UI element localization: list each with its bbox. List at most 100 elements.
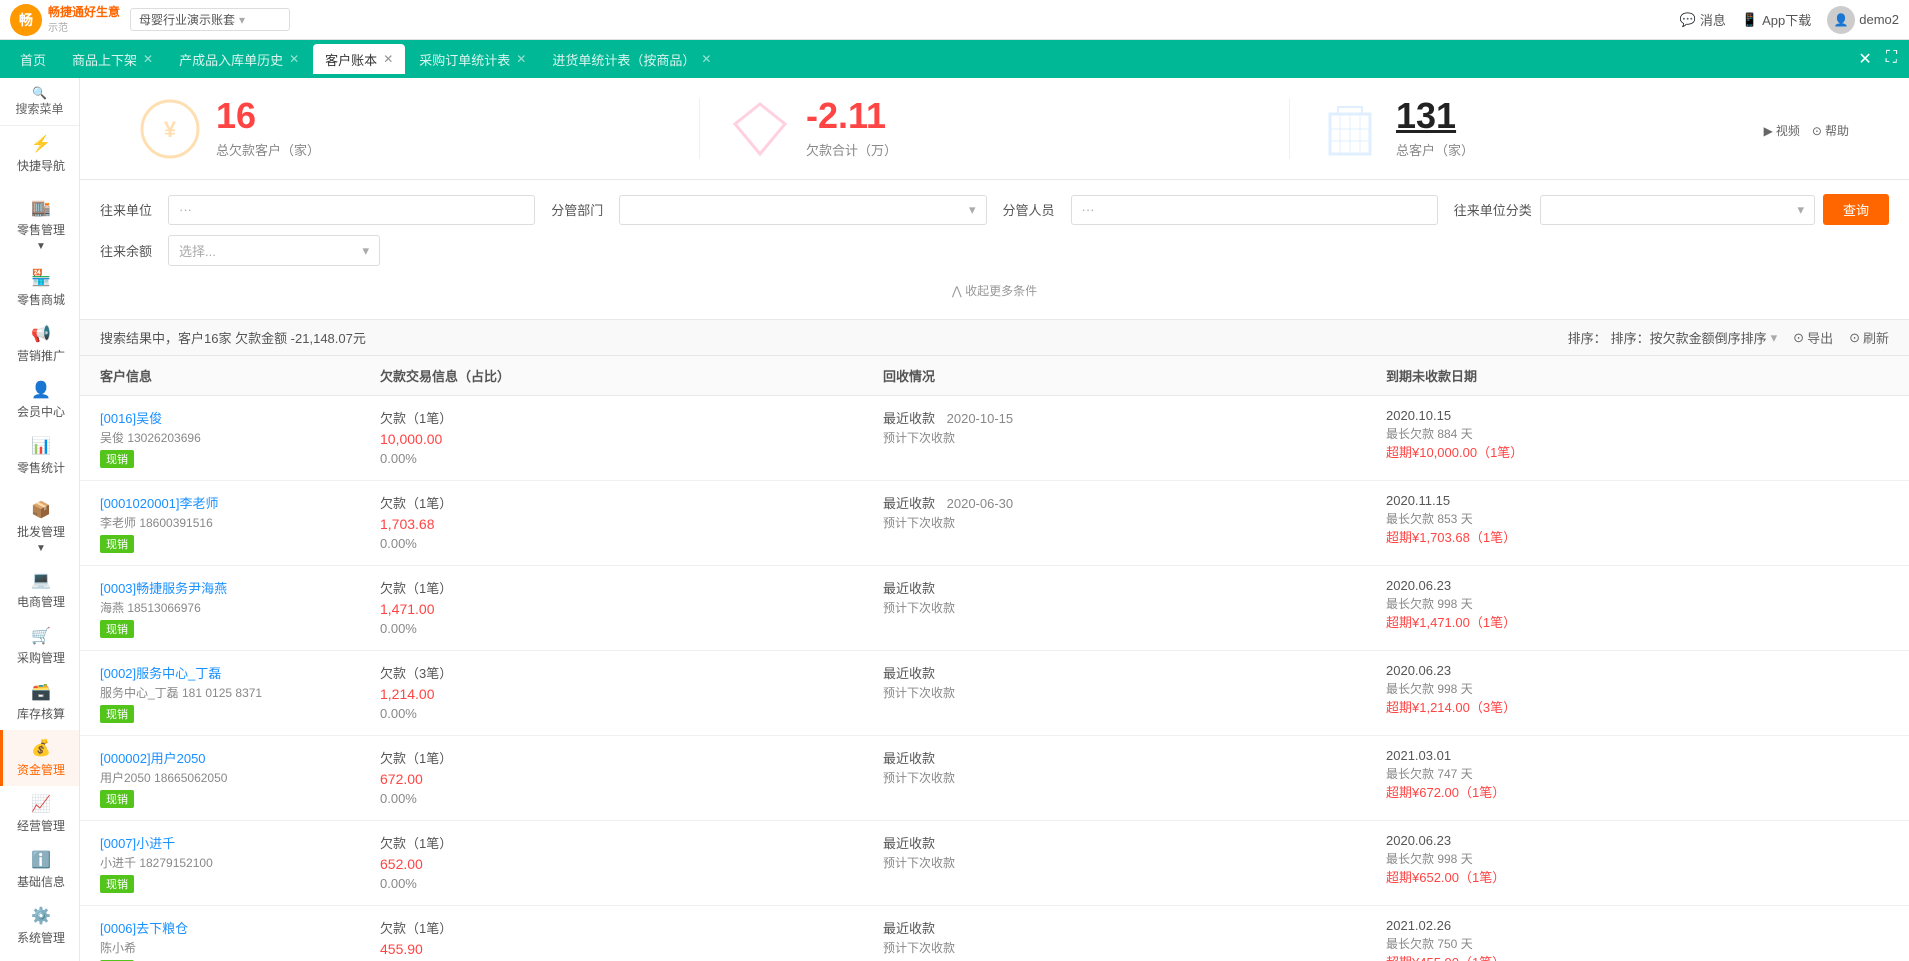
source-unit-input[interactable]: ··· [168,195,535,225]
recovery-cell-5: 最近收款 预计下次收款 [883,833,1386,871]
customer-name-0[interactable]: [0016]吴俊 [100,408,380,427]
customer-name-3[interactable]: [0002]服务中心_丁磊 [100,663,380,682]
debt-amount-2[interactable]: 1,471.00 [380,601,883,617]
overdue-amount-2[interactable]: 超期¥1,471.00（1笔） [1386,612,1889,631]
debt-cell-6: 欠款（1笔） 455.90 0.00% [380,918,883,961]
due-date-2: 2020.06.23 [1386,578,1889,593]
app-download-button[interactable]: 📱 App下载 [1742,10,1811,29]
user-menu[interactable]: 👤 demo2 [1827,6,1899,34]
search-button[interactable]: 查询 [1823,194,1889,225]
tab-home[interactable]: 首页 [8,44,58,74]
debt-cell-2: 欠款（1笔） 1,471.00 0.00% [380,578,883,636]
tab-customer-account[interactable]: 客户账本 ✕ [313,44,405,74]
close-icon[interactable]: ✕ [383,52,393,66]
customer-phone-3: 服务中心_丁磊 181 0125 8371 [100,684,380,701]
next-label-1: 预计下次收款 [883,514,1386,531]
customer-phone-6: 陈小希 [100,939,380,956]
help-button[interactable]: ⊙ 帮助 [1812,122,1849,139]
sidebar-retail-stats-label: 零售统计 [17,459,65,476]
sidebar-item-retail-stats[interactable]: 📊 零售统计 [0,428,79,484]
due-cell-3: 2020.06.23 最长欠款 998 天 超期¥1,214.00（3笔） [1386,663,1889,716]
sidebar-item-finance[interactable]: 💰 资金管理 [0,730,79,786]
view-video-button[interactable]: ▶ 视频 [1764,122,1800,139]
retail-stats-icon: 📊 [31,436,51,456]
sidebar-item-member[interactable]: 👤 会员中心 [0,372,79,428]
customer-name-2[interactable]: [0003]畅捷服务尹海燕 [100,578,380,597]
sidebar-item-inventory[interactable]: 🗃️ 库存核算 [0,674,79,730]
refresh-label: 刷新 [1863,328,1889,347]
tab-purchase-stats[interactable]: 进货单统计表（按商品） ✕ [540,44,723,74]
tab-customer-account-label: 客户账本 [325,50,377,69]
customer-name-1[interactable]: [0001020001]李老师 [100,493,380,512]
sidebar-item-basic-info[interactable]: ℹ️ 基础信息 [0,842,79,898]
stat-debt-customers: ¥ 16 总欠款客户（家） [110,98,700,159]
customer-name-4[interactable]: [000002]用户2050 [100,748,380,767]
sidebar-search[interactable]: 🔍 搜索菜单 [0,78,79,126]
due-date-0: 2020.10.15 [1386,408,1889,423]
maximize-button[interactable]: ⛶ [1882,47,1901,71]
sidebar-finance-label: 资金管理 [17,761,65,778]
table-row: [0006]去下粮仓 陈小希 现销 欠款（1笔） 455.90 0.00% 最近… [80,906,1909,961]
recovery-cell-1: 最近收款 2020-06-30 预计下次收款 [883,493,1386,531]
collapse-bar[interactable]: ⋀ 收起更多条件 [100,276,1889,305]
table-row: [0001020001]李老师 李老师 18600391516 现销 欠款（1笔… [80,481,1909,566]
sidebar-member-label: 会员中心 [17,403,65,420]
sidebar-item-operations[interactable]: 📈 经营管理 [0,786,79,842]
overdue-amount-5[interactable]: 超期¥652.00（1笔） [1386,867,1889,886]
sidebar-item-retail-mgmt[interactable]: 🏬 零售管理 ▼ [0,190,79,260]
close-icon[interactable]: ✕ [701,52,711,66]
stat-debt-amount: -2.11 欠款合计（万） [700,98,1290,159]
tab-purchase-order[interactable]: 采购订单统计表 ✕ [407,44,538,74]
message-button[interactable]: 💬 消息 [1680,10,1726,29]
filter-dept: 分管部门 ▾ [551,195,986,225]
customer-name-6[interactable]: [0006]去下粮仓 [100,918,380,937]
debt-amount-1[interactable]: 1,703.68 [380,516,883,532]
refresh-button[interactable]: ⊙ 刷新 [1849,328,1889,347]
sidebar-item-purchase[interactable]: 🛒 采购管理 [0,618,79,674]
debt-amount-6[interactable]: 455.90 [380,941,883,957]
overdue-amount-3[interactable]: 超期¥1,214.00（3笔） [1386,697,1889,716]
close-all-tabs-button[interactable]: ✕ [1854,47,1875,71]
system-icon: ⚙️ [31,906,51,926]
close-icon[interactable]: ✕ [289,52,299,66]
customer-name-5[interactable]: [0007]小进千 [100,833,380,852]
sidebar-item-nav[interactable]: ⚡ 快捷导航 [0,126,79,182]
sidebar-operations-label: 经营管理 [17,817,65,834]
overdue-amount-4[interactable]: 超期¥672.00（1笔） [1386,782,1889,801]
person-input[interactable]: ··· [1071,195,1438,225]
dept-select[interactable]: ▾ [619,195,986,225]
sidebar-item-ecommerce[interactable]: 💻 电商管理 [0,562,79,618]
tab-product-history[interactable]: 产成品入库单历史 ✕ [167,44,311,74]
sidebar-item-batch-mgmt[interactable]: 📦 批发管理 ▼ [0,492,79,562]
due-cell-4: 2021.03.01 最长欠款 747 天 超期¥672.00（1笔） [1386,748,1889,801]
content-area: ¥ 16 总欠款客户（家） -2.11 欠款合计（万） [80,78,1909,961]
debt-amount-3[interactable]: 1,214.00 [380,686,883,702]
debt-amount-5[interactable]: 652.00 [380,856,883,872]
due-cell-1: 2020.11.15 最长欠款 853 天 超期¥1,703.68（1笔） [1386,493,1889,546]
operations-icon: 📈 [31,794,51,814]
unit-category-select[interactable]: ▾ [1540,195,1815,225]
overdue-amount-6[interactable]: 超期¥455.90（1笔） [1386,952,1889,961]
sort-select[interactable]: 排序： 排序：按欠款金额倒序排序 ▾ [1568,328,1778,347]
customer-cell-3: [0002]服务中心_丁磊 服务中心_丁磊 181 0125 8371 现销 [100,663,380,723]
company-selector[interactable]: 母婴行业演示账套 ▾ [130,8,290,31]
close-icon[interactable]: ✕ [143,52,153,66]
export-button[interactable]: ⊙ 导出 [1793,328,1833,347]
sidebar-item-marketing[interactable]: 📢 营销推广 [0,316,79,372]
tab-product-online[interactable]: 商品上下架 ✕ [60,44,165,74]
logo-icon: 畅 [10,4,42,36]
next-label-4: 预计下次收款 [883,769,1386,786]
balance-select[interactable]: 选择... ▾ [168,235,380,266]
col-customer-info: 客户信息 [100,366,380,385]
sidebar-item-system[interactable]: ⚙️ 系统管理 [0,898,79,954]
next-label-5: 预计下次收款 [883,854,1386,871]
overdue-amount-0[interactable]: 超期¥10,000.00（1笔） [1386,442,1889,461]
sidebar-item-retail-store[interactable]: 🏪 零售商城 [0,260,79,316]
results-summary: 搜索结果中，客户16家 欠款金额 -21,148.07元 [100,328,366,347]
debt-amount-4[interactable]: 672.00 [380,771,883,787]
table-row: [000002]用户2050 用户2050 18665062050 现销 欠款（… [80,736,1909,821]
debt-amount-0[interactable]: 10,000.00 [380,431,883,447]
close-icon[interactable]: ✕ [516,52,526,66]
sidebar-item-enterprise[interactable]: 🤝 企业协同 [0,954,79,961]
overdue-amount-1[interactable]: 超期¥1,703.68（1笔） [1386,527,1889,546]
